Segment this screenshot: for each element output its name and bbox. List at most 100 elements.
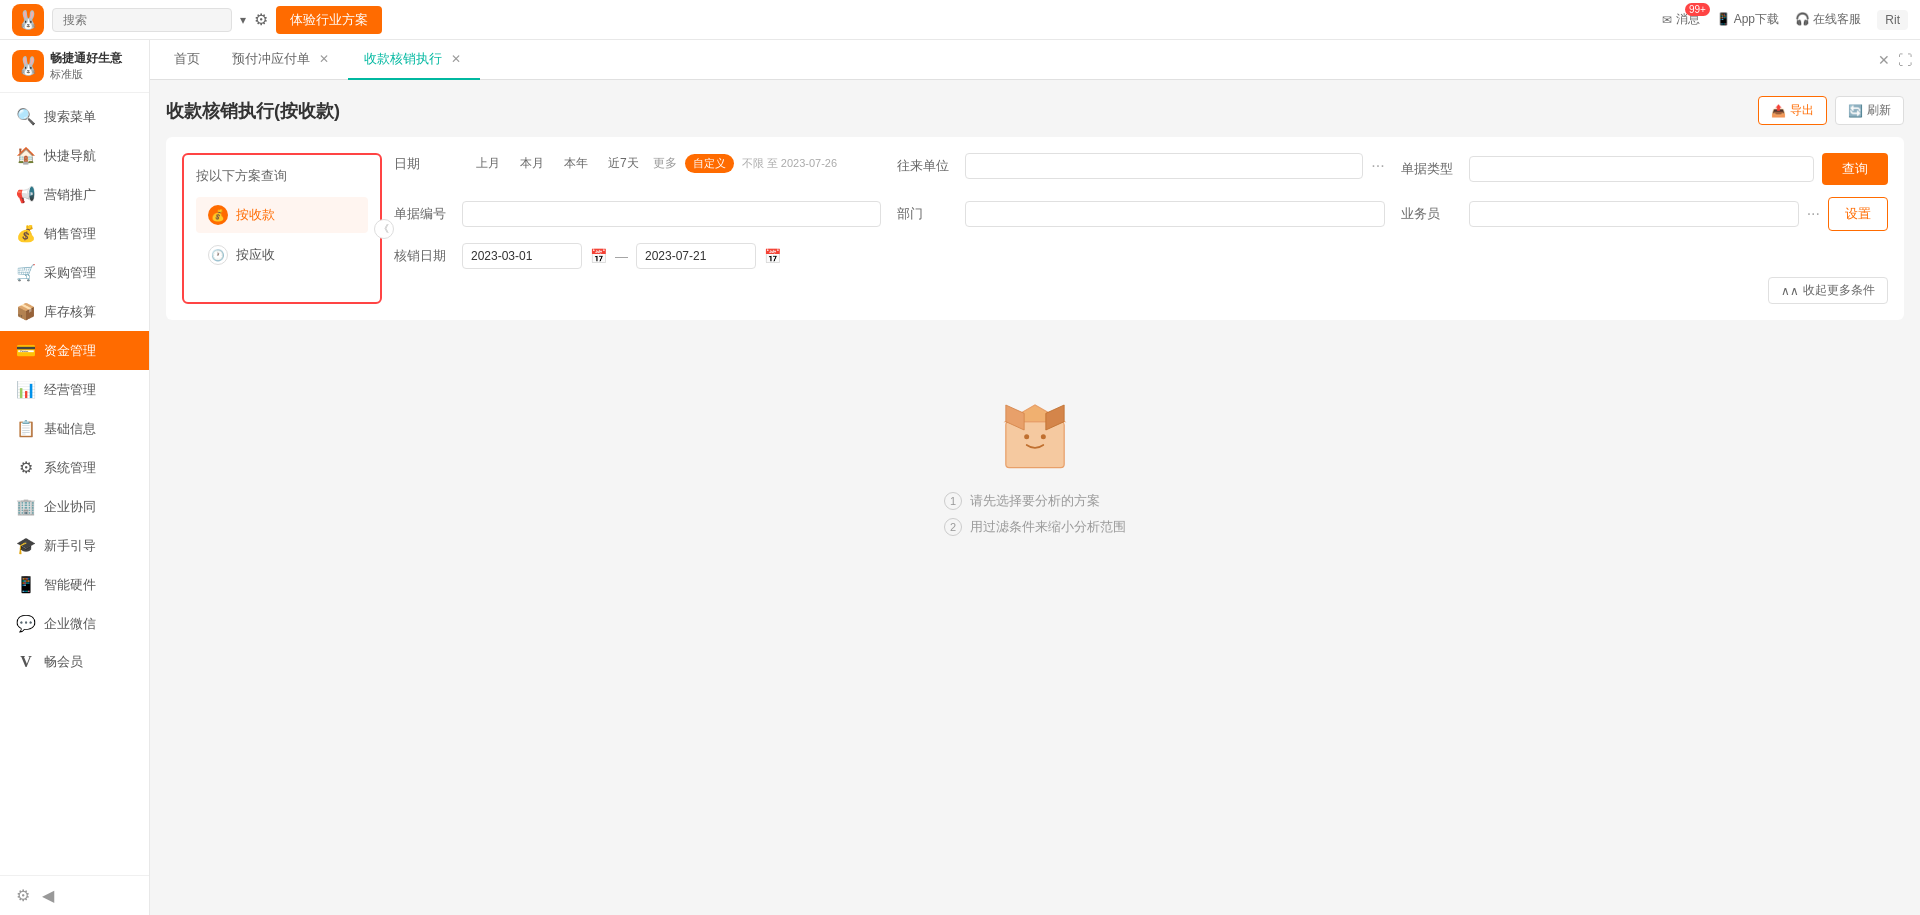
sidebar-item-enterprise[interactable]: 🏢 企业协同 bbox=[0, 487, 149, 526]
brand-logo-icon: 🐰 bbox=[12, 4, 44, 36]
message-button[interactable]: ✉ 消息 99+ bbox=[1662, 11, 1700, 28]
tab-bar-actions: ✕ ⛶ bbox=[1878, 52, 1912, 68]
calendar-start-icon[interactable]: 📅 bbox=[590, 248, 607, 264]
department-label: 部门 bbox=[897, 205, 957, 223]
sidebar-item-hardware[interactable]: 📱 智能硬件 bbox=[0, 565, 149, 604]
tab-prepay-close[interactable]: ✕ bbox=[316, 51, 332, 67]
counterparty-more-icon[interactable]: ··· bbox=[1371, 157, 1384, 175]
sidebar-collapse-icon[interactable]: ◀︎ bbox=[42, 886, 54, 905]
marketing-nav-icon: 📢 bbox=[16, 185, 36, 204]
empty-tip-1: 1 请先选择要分析的方案 bbox=[944, 492, 1126, 510]
receipt-option-label: 按收款 bbox=[236, 206, 275, 224]
refresh-button[interactable]: 🔄 刷新 bbox=[1835, 96, 1904, 125]
salesperson-input[interactable] bbox=[1469, 201, 1799, 227]
sidebar-brand: 🐰 畅捷通好生意 标准版 bbox=[0, 40, 149, 93]
sidebar-item-wechat[interactable]: 💬 企业微信 bbox=[0, 604, 149, 643]
tip-number-2: 2 bbox=[944, 518, 962, 536]
sidebar-item-member[interactable]: V 畅会员 bbox=[0, 643, 149, 681]
sidebar-label-system: 系统管理 bbox=[44, 459, 96, 477]
writeoff-date-range: 📅 — 📅 bbox=[462, 243, 781, 269]
receivable-option-label: 按应收 bbox=[236, 246, 275, 264]
sidebar-item-quick-nav[interactable]: 🏠 快捷导航 bbox=[0, 136, 149, 175]
operations-nav-icon: 📊 bbox=[16, 380, 36, 399]
sidebar-item-operations[interactable]: 📊 经营管理 bbox=[0, 370, 149, 409]
salesperson-more-icon[interactable]: ··· bbox=[1807, 205, 1820, 223]
filter-option-by-receivable[interactable]: 🕐 按应收 bbox=[196, 237, 368, 273]
search-nav-icon: 🔍 bbox=[16, 107, 36, 126]
top-search-input[interactable] bbox=[52, 8, 232, 32]
counterparty-input[interactable] bbox=[965, 153, 1363, 179]
export-button[interactable]: 📤 导出 bbox=[1758, 96, 1827, 125]
query-button[interactable]: 查询 bbox=[1822, 153, 1888, 185]
date-btn-this-month[interactable]: 本月 bbox=[514, 153, 550, 174]
sidebar-item-inventory[interactable]: 📦 库存核算 bbox=[0, 292, 149, 331]
sidebar-brand-name: 畅捷通好生意 bbox=[50, 50, 122, 67]
sidebar-item-system[interactable]: ⚙ 系统管理 bbox=[0, 448, 149, 487]
salesperson-label: 业务员 bbox=[1401, 205, 1461, 223]
sidebar-label-hardware: 智能硬件 bbox=[44, 576, 96, 594]
sidebar-item-purchase[interactable]: 🛒 采购管理 bbox=[0, 253, 149, 292]
page-content: 收款核销执行(按收款) 📤 导出 🔄 刷新 按以下方案查询 bbox=[150, 80, 1920, 915]
writeoff-date-start-input[interactable] bbox=[462, 243, 582, 269]
sidebar-label-marketing: 营销推广 bbox=[44, 186, 96, 204]
online-service-button[interactable]: 🎧 在线客服 bbox=[1795, 11, 1861, 28]
bill-type-label: 单据类型 bbox=[1401, 160, 1461, 178]
tab-close-all-icon[interactable]: ✕ bbox=[1878, 52, 1890, 68]
sidebar-label-member: 畅会员 bbox=[44, 653, 83, 671]
empty-tips: 1 请先选择要分析的方案 2 用过滤条件来缩小分析范围 bbox=[944, 492, 1126, 536]
sidebar-brand-sub: 标准版 bbox=[50, 67, 122, 82]
dropdown-icon[interactable]: ▾ bbox=[240, 13, 246, 27]
date-hint: 不限 至 2023-07-26 bbox=[742, 156, 837, 171]
bill-number-input[interactable] bbox=[462, 201, 881, 227]
sidebar-label-basic-info: 基础信息 bbox=[44, 420, 96, 438]
app-icon: 📱 bbox=[1716, 12, 1731, 26]
sidebar-item-marketing[interactable]: 📢 营销推广 bbox=[0, 175, 149, 214]
date-btn-custom[interactable]: 自定义 bbox=[685, 154, 734, 173]
bill-type-select[interactable] bbox=[1469, 156, 1814, 182]
wechat-nav-icon: 💬 bbox=[16, 614, 36, 633]
sidebar-item-sales[interactable]: 💰 销售管理 bbox=[0, 214, 149, 253]
sidebar-item-guide[interactable]: 🎓 新手引导 bbox=[0, 526, 149, 565]
bill-number-label: 单据编号 bbox=[394, 205, 454, 223]
inventory-nav-icon: 📦 bbox=[16, 302, 36, 321]
guide-nav-icon: 🎓 bbox=[16, 536, 36, 555]
system-nav-icon: ⚙ bbox=[16, 458, 36, 477]
calendar-end-icon[interactable]: 📅 bbox=[764, 248, 781, 264]
empty-tip-2: 2 用过滤条件来缩小分析范围 bbox=[944, 518, 1126, 536]
industry-solution-button[interactable]: 体验行业方案 bbox=[276, 6, 382, 34]
tab-home[interactable]: 首页 bbox=[158, 40, 216, 80]
sidebar-settings-icon[interactable]: ⚙ bbox=[16, 886, 30, 905]
gear-icon[interactable]: ⚙ bbox=[254, 10, 268, 29]
app-download-button[interactable]: 📱 App下载 bbox=[1716, 11, 1779, 28]
counterparty-label: 往来单位 bbox=[897, 157, 957, 175]
sidebar-label-finance: 资金管理 bbox=[44, 342, 96, 360]
empty-state-illustration bbox=[985, 380, 1085, 480]
user-menu[interactable]: Rit bbox=[1877, 10, 1908, 30]
date-btn-7days[interactable]: 近7天 bbox=[602, 153, 645, 174]
tab-prepay[interactable]: 预付冲应付单 ✕ bbox=[216, 40, 348, 80]
filter-collapse-button[interactable]: 《 bbox=[374, 219, 394, 239]
main-layout: 🐰 畅捷通好生意 标准版 🔍 搜索菜单 🏠 快捷导航 📢 营销推广 💰 销售管理 bbox=[0, 40, 1920, 915]
sidebar-item-finance[interactable]: 💳 资金管理 bbox=[0, 331, 149, 370]
date-btn-this-year[interactable]: 本年 bbox=[558, 153, 594, 174]
filter-panel: 按以下方案查询 💰 按收款 🕐 按应收 《 bbox=[166, 137, 1904, 320]
tab-receivable-writeoff[interactable]: 收款核销执行 ✕ bbox=[348, 40, 480, 80]
empty-state: 1 请先选择要分析的方案 2 用过滤条件来缩小分析范围 bbox=[166, 320, 1904, 596]
sidebar-item-search[interactable]: 🔍 搜索菜单 bbox=[0, 97, 149, 136]
page-header: 收款核销执行(按收款) 📤 导出 🔄 刷新 bbox=[166, 96, 1904, 125]
sidebar-bottom: ⚙ ◀︎ bbox=[0, 875, 149, 915]
writeoff-date-end-input[interactable] bbox=[636, 243, 756, 269]
tab-expand-icon[interactable]: ⛶ bbox=[1898, 52, 1912, 68]
more-conditions-button[interactable]: ∧∧ 收起更多条件 bbox=[1768, 277, 1888, 304]
tab-home-label: 首页 bbox=[174, 50, 200, 68]
settings-button[interactable]: 设置 bbox=[1828, 197, 1888, 231]
date-more-button[interactable]: 更多 bbox=[653, 155, 677, 172]
date-btn-last-month[interactable]: 上月 bbox=[470, 153, 506, 174]
receivable-option-icon: 🕐 bbox=[208, 245, 228, 265]
department-select[interactable] bbox=[965, 201, 1384, 227]
filter-option-by-receipt[interactable]: 💰 按收款 bbox=[196, 197, 368, 233]
sidebar-item-basic-info[interactable]: 📋 基础信息 bbox=[0, 409, 149, 448]
date-filter-row: 日期 上月 本月 本年 近7天 更多 自定义 不限 至 2023-07-26 bbox=[394, 153, 881, 174]
purchase-nav-icon: 🛒 bbox=[16, 263, 36, 282]
tab-receivable-writeoff-close[interactable]: ✕ bbox=[448, 51, 464, 67]
